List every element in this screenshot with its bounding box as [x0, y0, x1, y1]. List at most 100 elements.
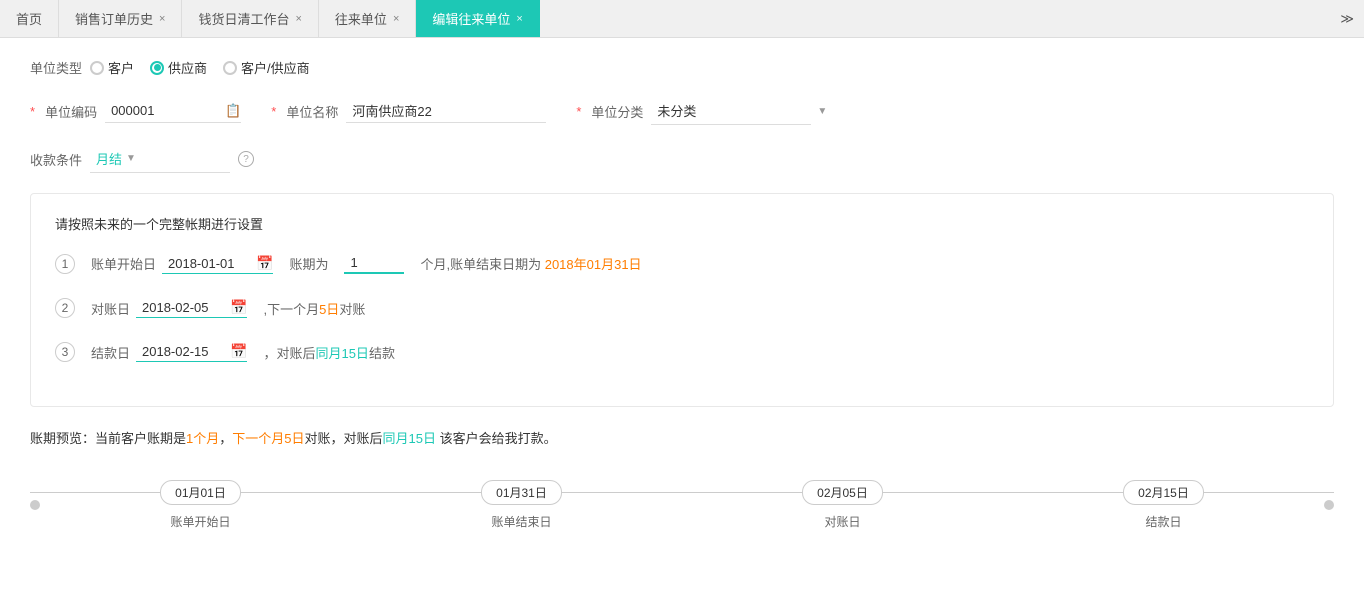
timeline-sublabel-3: 结款日 [1145, 513, 1181, 530]
reconcile-date-input[interactable] [136, 298, 226, 317]
settlement-date-label: 结款日 [91, 343, 130, 362]
period-label: 账期为 [289, 254, 328, 273]
timeline-node-3: 02月15日 [1123, 480, 1204, 505]
preview-suffix: 该客户会给我打款。 [440, 431, 557, 446]
payment-condition-field: 收款条件 月结 ▼ ? [30, 145, 254, 173]
unit-type-row: 单位类型 客户 供应商 客户/供应商 [30, 58, 1334, 77]
close-sales-order[interactable]: × [159, 13, 165, 25]
reconcile-date-field: 对账日 📅 [91, 298, 247, 318]
period-row-num-3: 3 [55, 342, 75, 362]
reconcile-date-calendar-icon[interactable]: 📅 [230, 299, 247, 316]
reconcile-before: ,下一个月 [263, 302, 319, 317]
unit-classification-select[interactable]: 未分类 [651, 97, 811, 125]
timeline-container: 01月01日 账单开始日 01月31日 账单结束日 02月05日 对账日 02月… [30, 470, 1334, 540]
unit-name-label: 单位名称 [286, 102, 338, 121]
reconcile-after: 对账 [339, 302, 365, 317]
tab-bar: 首页 销售订单历史 × 钱货日清工作台 × 往来单位 × 编辑往来单位 × ≫ [0, 0, 1364, 38]
unit-classification-label: 单位分类 [591, 102, 643, 121]
tab-partner-unit-label: 往来单位 [335, 9, 387, 28]
tab-cash-daily[interactable]: 钱货日清工作台 × [182, 0, 318, 37]
period-row-3: 3 结款日 📅 ，对账后同月15日结款 [55, 342, 1309, 362]
timeline-nodes: 01月01日 账单开始日 01月31日 账单结束日 02月05日 对账日 02月… [40, 480, 1324, 530]
start-date-label: 账单开始日 [91, 254, 156, 273]
timeline-node-0: 01月01日 [160, 480, 241, 505]
reconcile-suffix: ,下一个月5日对账 [263, 299, 365, 318]
close-cash-daily[interactable]: × [295, 13, 301, 25]
timeline-node-1: 01月31日 [481, 480, 562, 505]
unit-classification-dropdown[interactable]: 未分类 ▼ [651, 97, 827, 125]
unit-type-field: 单位类型 客户 供应商 客户/供应商 [30, 58, 310, 77]
unit-code-input-wrap: 📋 [105, 99, 241, 123]
close-partner-unit[interactable]: × [393, 13, 399, 25]
unit-type-radio-group: 客户 供应商 客户/供应商 [90, 58, 310, 77]
timeline-node-2: 02月05日 [802, 480, 883, 505]
expand-icon: ≫ [1340, 11, 1354, 27]
radio-supplier-circle [150, 61, 164, 75]
tab-edit-partner[interactable]: 编辑往来单位 × [416, 0, 539, 37]
settlement-highlight: 同月15日 [315, 346, 368, 361]
unit-code-required: * [30, 104, 35, 119]
payment-condition-value: 月结 [96, 149, 122, 168]
radio-customer-label: 客户 [108, 58, 134, 77]
unit-classification-required: * [576, 104, 581, 119]
radio-customer-circle [90, 61, 104, 75]
unit-name-input[interactable] [346, 99, 546, 123]
period-setting-title: 请按照未来的一个完整帐期进行设置 [55, 214, 1309, 233]
period-num-input[interactable] [344, 253, 404, 274]
copy-icon[interactable]: 📋 [225, 103, 241, 119]
period-row-num-1: 1 [55, 254, 75, 274]
timeline-item-0: 01月01日 账单开始日 [160, 480, 241, 530]
unit-info-row: * 单位编码 📋 * 单位名称 * 单位分类 未分类 ▼ [30, 97, 1334, 125]
payment-condition-label: 收款条件 [30, 150, 82, 169]
payment-condition-arrow: ▼ [126, 153, 136, 164]
start-date-input-wrap: 📅 [162, 254, 273, 274]
payment-condition-row: 收款条件 月结 ▼ ? [30, 145, 1334, 173]
radio-customer[interactable]: 客户 [90, 58, 134, 77]
settlement-date-calendar-icon[interactable]: 📅 [230, 343, 247, 360]
reconcile-date-input-wrap: 📅 [136, 298, 247, 318]
settlement-date-field: 结款日 📅 [91, 342, 247, 362]
radio-both-circle [223, 61, 237, 75]
tab-home[interactable]: 首页 [0, 0, 59, 37]
preview-middle1: ， [219, 431, 232, 446]
preview-part3: 同月15日 [383, 431, 436, 446]
timeline-item-1: 01月31日 账单结束日 [481, 480, 562, 530]
tab-partner-unit[interactable]: 往来单位 × [319, 0, 416, 37]
preview-text: 账期预览：当前客户账期是1个月，下一个月5日对账，对账后同月15日 该客户会给我… [30, 427, 1334, 450]
preview-prefix: 账期预览：当前客户账期是 [30, 431, 186, 446]
payment-condition-select[interactable]: 月结 ▼ [90, 145, 230, 173]
radio-supplier[interactable]: 供应商 [150, 58, 207, 77]
timeline-sublabel-2: 对账日 [824, 513, 860, 530]
payment-help-icon[interactable]: ? [238, 151, 254, 167]
unit-name-field: * 单位名称 [271, 99, 546, 123]
radio-both[interactable]: 客户/供应商 [223, 58, 310, 77]
tab-cash-daily-label: 钱货日清工作台 [198, 9, 289, 28]
start-date-input[interactable] [162, 254, 252, 273]
period-row-1: 1 账单开始日 📅 账期为 个月,账单结束日期为 2018年01月31日 [55, 253, 1309, 274]
tab-sales-order-label: 销售订单历史 [75, 9, 153, 28]
timeline-item-2: 02月05日 对账日 [802, 480, 883, 530]
start-date-field: 账单开始日 📅 [91, 254, 273, 274]
radio-supplier-label: 供应商 [168, 58, 207, 77]
unit-code-input[interactable] [105, 99, 225, 122]
radio-both-label: 客户/供应商 [241, 58, 310, 77]
period-row-num-2: 2 [55, 298, 75, 318]
reconcile-date-label: 对账日 [91, 299, 130, 318]
tab-sales-order[interactable]: 销售订单历史 × [59, 0, 182, 37]
close-edit-partner[interactable]: × [516, 13, 522, 25]
period-end-prefix: 个月,账单结束日期为 [420, 257, 541, 272]
reconcile-highlight: 5日 [319, 302, 339, 317]
settlement-after: 结款 [369, 346, 395, 361]
start-date-calendar-icon[interactable]: 📅 [256, 255, 273, 272]
preview-section: 账期预览：当前客户账期是1个月，下一个月5日对账，对账后同月15日 该客户会给我… [30, 427, 1334, 540]
unit-type-label: 单位类型 [30, 58, 82, 77]
period-end-date: 2018年01月31日 [545, 257, 642, 272]
timeline-item-3: 02月15日 结款日 [1123, 480, 1204, 530]
settlement-date-input[interactable] [136, 342, 226, 361]
unit-name-required: * [271, 104, 276, 119]
tab-expand-btn[interactable]: ≫ [1330, 0, 1364, 37]
timeline-sublabel-0: 账单开始日 [170, 513, 230, 530]
preview-part2: 下一个月5日 [232, 431, 304, 446]
unit-classification-field: * 单位分类 未分类 ▼ [576, 97, 827, 125]
settlement-suffix: ，对账后同月15日结款 [263, 343, 395, 362]
